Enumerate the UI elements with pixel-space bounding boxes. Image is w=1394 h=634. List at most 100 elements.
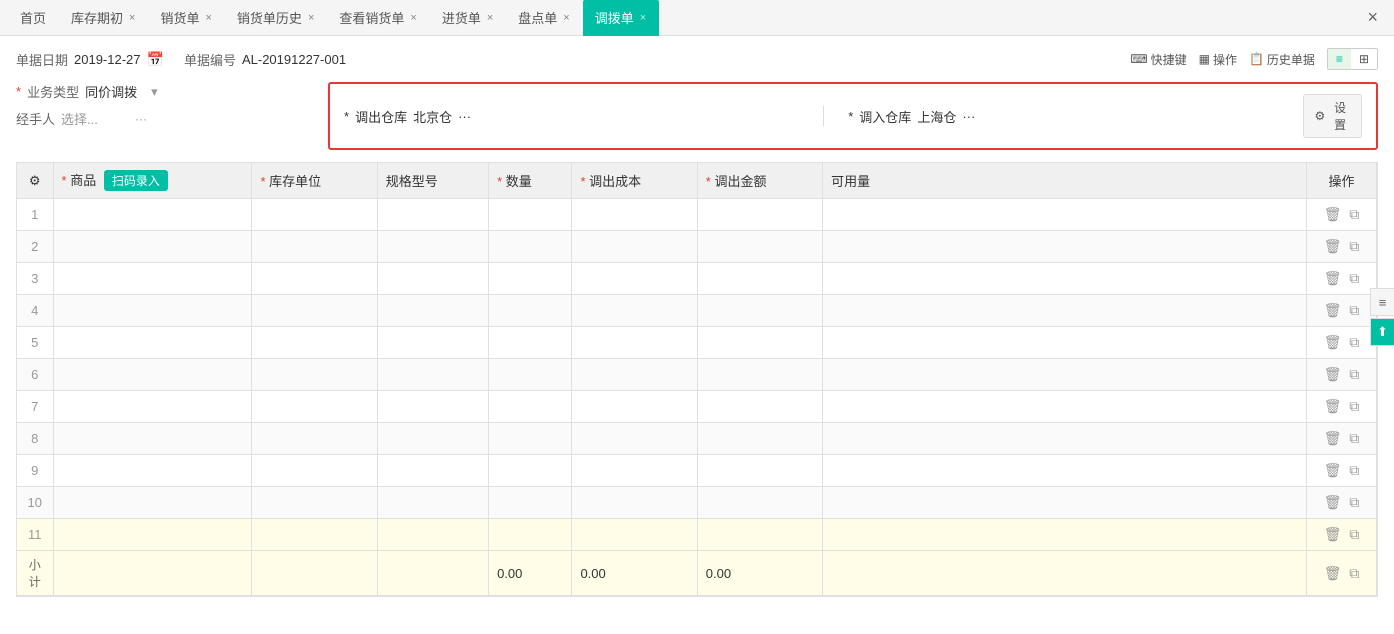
- unit-cell[interactable]: [252, 199, 377, 231]
- tab-bar-close-button[interactable]: ×: [1359, 7, 1386, 28]
- out-amount-cell[interactable]: [697, 391, 822, 423]
- spec-cell[interactable]: [377, 359, 488, 391]
- subtotal-copy-icon[interactable]: ⧉: [1347, 565, 1361, 581]
- out-amount-cell[interactable]: [697, 423, 822, 455]
- qty-cell[interactable]: [489, 295, 572, 327]
- out-cost-cell[interactable]: [572, 199, 697, 231]
- out-amount-cell[interactable]: [697, 231, 822, 263]
- qty-cell[interactable]: [489, 455, 572, 487]
- product-cell[interactable]: [53, 359, 252, 391]
- delete-icon[interactable]: 🗑: [1322, 238, 1344, 254]
- out-warehouse-more-btn[interactable]: ···: [458, 109, 471, 124]
- in-warehouse-value[interactable]: 上海仓: [917, 107, 956, 126]
- tab-view-sales[interactable]: 查看销货单 ×: [327, 0, 429, 36]
- biz-type-dropdown-icon[interactable]: ▾: [151, 84, 158, 100]
- right-panel-export-btn[interactable]: ⬆: [1370, 318, 1394, 346]
- out-cost-cell[interactable]: [572, 263, 697, 295]
- qty-cell[interactable]: [489, 359, 572, 391]
- product-cell[interactable]: [53, 327, 252, 359]
- in-warehouse-more-btn[interactable]: ···: [962, 109, 975, 124]
- out-cost-cell[interactable]: [572, 295, 697, 327]
- tab-purchase-order-close[interactable]: ×: [487, 12, 493, 24]
- delete-icon[interactable]: 🗑: [1322, 334, 1344, 350]
- product-cell[interactable]: [53, 487, 252, 519]
- copy-icon[interactable]: ⧉: [1347, 430, 1361, 446]
- qty-cell[interactable]: [489, 199, 572, 231]
- spec-cell[interactable]: [377, 263, 488, 295]
- spec-cell[interactable]: [377, 423, 488, 455]
- out-cost-cell[interactable]: [572, 359, 697, 391]
- handler-value[interactable]: 选择...: [61, 109, 121, 128]
- spec-cell[interactable]: [377, 295, 488, 327]
- spec-cell[interactable]: [377, 455, 488, 487]
- copy-icon[interactable]: ⧉: [1347, 238, 1361, 254]
- operate-tool[interactable]: ▦ 操作: [1199, 51, 1237, 68]
- out-amount-cell[interactable]: [697, 295, 822, 327]
- out-cost-cell[interactable]: [572, 423, 697, 455]
- tab-purchase-order[interactable]: 进货单 ×: [430, 0, 506, 36]
- spec-cell[interactable]: [377, 391, 488, 423]
- qty-cell[interactable]: [489, 487, 572, 519]
- unit-cell[interactable]: [252, 423, 377, 455]
- spec-cell[interactable]: [377, 487, 488, 519]
- tab-sales-order-close[interactable]: ×: [205, 12, 211, 24]
- tab-stocktake[interactable]: 盘点单 ×: [506, 0, 582, 36]
- out-cost-cell[interactable]: [572, 455, 697, 487]
- out-amount-cell[interactable]: [697, 455, 822, 487]
- product-cell[interactable]: [53, 295, 252, 327]
- copy-icon[interactable]: ⧉: [1347, 494, 1361, 510]
- delete-icon[interactable]: 🗑: [1322, 398, 1344, 414]
- unit-cell[interactable]: [252, 327, 377, 359]
- out-amount-cell[interactable]: [697, 359, 822, 391]
- calendar-icon[interactable]: 📅: [147, 51, 164, 68]
- copy-icon[interactable]: ⧉: [1347, 398, 1361, 414]
- spec-cell[interactable]: [377, 231, 488, 263]
- delete-icon[interactable]: 🗑: [1322, 366, 1344, 382]
- scan-entry-button[interactable]: 扫码录入: [104, 170, 168, 191]
- out-cost-cell[interactable]: [572, 327, 697, 359]
- unit-cell[interactable]: [252, 231, 377, 263]
- out-amount-cell[interactable]: [697, 199, 822, 231]
- out-cost-cell[interactable]: [572, 231, 697, 263]
- unit-cell[interactable]: [252, 263, 377, 295]
- product-cell[interactable]: [53, 263, 252, 295]
- grid-view-button[interactable]: ⊞: [1351, 49, 1377, 69]
- out-warehouse-value[interactable]: 北京仓: [413, 107, 452, 126]
- tab-sales-order[interactable]: 销货单 ×: [148, 0, 224, 36]
- tab-transfer-close[interactable]: ×: [640, 12, 646, 24]
- tab-sales-history-close[interactable]: ×: [308, 12, 314, 24]
- tab-transfer[interactable]: 调拨单 ×: [583, 0, 659, 36]
- biz-type-value[interactable]: 同价调拨: [85, 82, 145, 101]
- subtotal-delete-icon[interactable]: 🗑: [1322, 565, 1344, 581]
- product-cell[interactable]: [53, 199, 252, 231]
- tab-home[interactable]: 首页: [8, 0, 59, 36]
- out-cost-cell[interactable]: [572, 391, 697, 423]
- copy-icon[interactable]: ⧉: [1347, 302, 1361, 318]
- out-amount-cell[interactable]: [697, 487, 822, 519]
- handler-more-btn[interactable]: ···: [135, 112, 147, 126]
- copy-icon[interactable]: ⧉: [1347, 334, 1361, 350]
- unit-cell[interactable]: [252, 391, 377, 423]
- history-tool[interactable]: 📋 历史单据: [1249, 51, 1315, 68]
- delete-icon[interactable]: 🗑: [1322, 526, 1344, 542]
- delete-icon[interactable]: 🗑: [1322, 302, 1344, 318]
- qty-cell[interactable]: [489, 423, 572, 455]
- product-cell[interactable]: [53, 391, 252, 423]
- right-panel-list-btn[interactable]: ≡: [1370, 288, 1394, 316]
- product-cell[interactable]: [53, 423, 252, 455]
- delete-icon[interactable]: 🗑: [1322, 270, 1344, 286]
- unit-cell[interactable]: [252, 487, 377, 519]
- unit-cell[interactable]: [252, 359, 377, 391]
- tab-inventory-init[interactable]: 库存期初 ×: [59, 0, 148, 36]
- qty-cell[interactable]: [489, 327, 572, 359]
- settings-button[interactable]: ⚙ 设置: [1303, 94, 1362, 138]
- tab-inventory-init-close[interactable]: ×: [129, 12, 135, 24]
- product-cell[interactable]: [53, 455, 252, 487]
- col-settings[interactable]: ⚙: [17, 163, 53, 199]
- copy-icon[interactable]: ⧉: [1347, 270, 1361, 286]
- copy-icon[interactable]: ⧉: [1347, 366, 1361, 382]
- unit-cell[interactable]: [252, 455, 377, 487]
- qty-cell[interactable]: [489, 231, 572, 263]
- delete-icon[interactable]: 🗑: [1322, 206, 1344, 222]
- copy-icon[interactable]: ⧉: [1347, 462, 1361, 478]
